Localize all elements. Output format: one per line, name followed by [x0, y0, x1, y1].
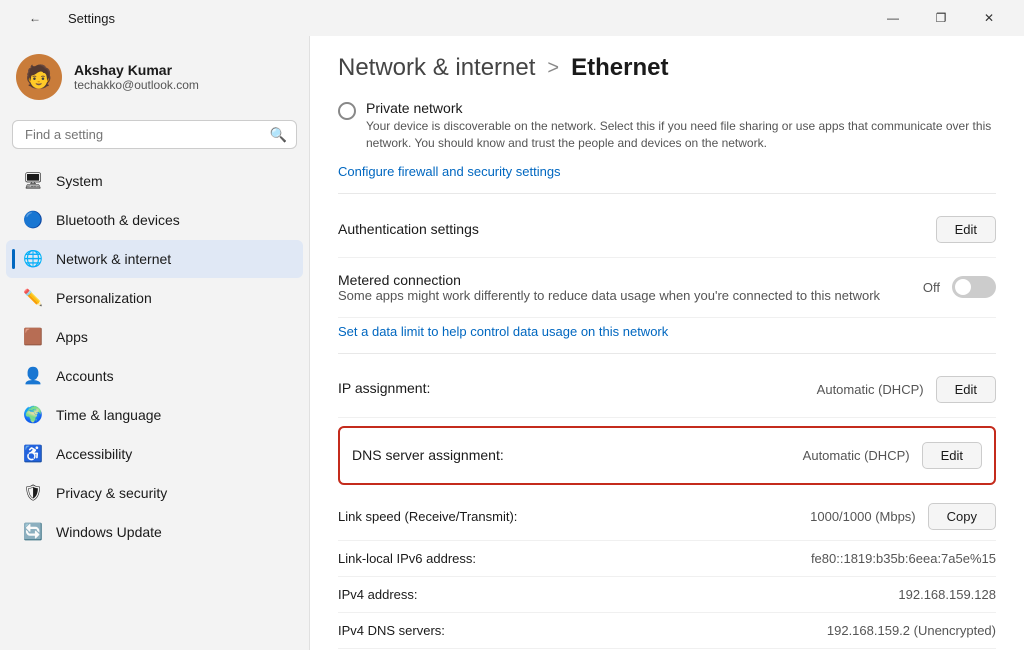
sidebar-item-personalization[interactable]: ✏️ Personalization — [6, 279, 303, 317]
sidebar-label-update: Windows Update — [56, 524, 162, 540]
info-label-ipv4_address: IPv4 address: — [338, 587, 418, 602]
divider-1 — [338, 193, 996, 194]
sidebar-label-system: System — [56, 173, 103, 189]
private-network-radio[interactable] — [338, 102, 356, 120]
info-label-ipv6_link_local: Link-local IPv6 address: — [338, 551, 476, 566]
app-body: 🧑 Akshay Kumar techakko@outlook.com 🔍 🖥 … — [0, 36, 1024, 650]
ip-assignment-row: IP assignment: Automatic (DHCP) Edit — [338, 362, 996, 418]
private-network-row: Private network Your device is discovera… — [338, 94, 996, 158]
maximize-button[interactable]: ❐ — [918, 3, 964, 33]
close-button[interactable]: ✕ — [966, 3, 1012, 33]
breadcrumb-current: Ethernet — [571, 54, 668, 82]
bluetooth-icon: 🔵 — [22, 209, 44, 231]
firewall-link[interactable]: Configure firewall and security settings — [338, 158, 561, 185]
sidebar-item-accessibility[interactable]: ♿ Accessibility — [6, 435, 303, 473]
data-limit-link[interactable]: Set a data limit to help control data us… — [338, 318, 668, 345]
time-icon: 🌍 — [22, 404, 44, 426]
metered-label: Metered connection — [338, 272, 923, 288]
user-name: Akshay Kumar — [74, 62, 199, 78]
avatar: 🧑 — [16, 54, 62, 100]
sidebar-label-network: Network & internet — [56, 251, 171, 267]
auth-edit-button[interactable]: Edit — [936, 216, 996, 243]
sidebar-label-accessibility: Accessibility — [56, 446, 132, 462]
auth-label: Authentication settings — [338, 221, 936, 237]
titlebar-left: ← Settings — [12, 3, 115, 33]
dns-assignment-label: DNS server assignment: — [352, 447, 504, 463]
accounts-icon: 👤 — [22, 365, 44, 387]
sidebar: 🧑 Akshay Kumar techakko@outlook.com 🔍 🖥 … — [0, 36, 310, 650]
info-value-link_speed: 1000/1000 (Mbps) — [810, 509, 916, 524]
info-section: Link speed (Receive/Transmit): 1000/1000… — [310, 493, 1024, 650]
back-button[interactable]: ← — [12, 3, 58, 33]
sidebar-label-accounts: Accounts — [56, 368, 114, 384]
breadcrumb-separator: > — [543, 57, 563, 80]
sidebar-label-time: Time & language — [56, 407, 161, 423]
info-label-ipv4_dns: IPv4 DNS servers: — [338, 623, 445, 638]
sidebar-item-privacy[interactable]: 🛡 Privacy & security — [6, 474, 303, 512]
user-email: techakko@outlook.com — [74, 78, 199, 92]
auth-settings-row: Authentication settings Edit — [338, 202, 996, 258]
personalization-icon: ✏️ — [22, 287, 44, 309]
sidebar-label-privacy: Privacy & security — [56, 485, 167, 501]
page-header: Network & internet > Ethernet — [310, 36, 1024, 94]
metered-description: Some apps might work differently to redu… — [338, 288, 923, 303]
sidebar-item-update[interactable]: 🔄 Windows Update — [6, 513, 303, 551]
dns-section: DNS server assignment: Automatic (DHCP) … — [310, 418, 1024, 493]
ip-assignment-label: IP assignment: — [338, 380, 430, 396]
info-value-ipv4_dns: 192.168.159.2 (Unencrypted) — [827, 623, 996, 638]
minimize-button[interactable]: — — [870, 3, 916, 33]
info-row-link_speed: Link speed (Receive/Transmit): 1000/1000… — [338, 493, 996, 541]
sidebar-label-personalization: Personalization — [56, 290, 152, 306]
info-row-ipv6_link_local: Link-local IPv6 address: fe80::1819:b35b… — [338, 541, 996, 577]
sidebar-label-apps: Apps — [56, 329, 88, 345]
search-box: 🔍 — [12, 120, 297, 149]
search-input[interactable] — [12, 120, 297, 149]
sidebar-item-time[interactable]: 🌍 Time & language — [6, 396, 303, 434]
sidebar-label-bluetooth: Bluetooth & devices — [56, 212, 180, 228]
user-section: 🧑 Akshay Kumar techakko@outlook.com — [0, 44, 309, 116]
private-network-text: Private network Your device is discovera… — [366, 100, 996, 152]
titlebar: ← Settings — ❐ ✕ — [0, 0, 1024, 36]
private-network-label: Private network — [366, 100, 996, 116]
breadcrumb-parent: Network & internet — [338, 54, 535, 82]
copy-button-link_speed[interactable]: Copy — [928, 503, 996, 530]
sidebar-item-network[interactable]: 🌐 Network & internet — [6, 240, 303, 278]
privacy-icon: 🛡 — [22, 482, 44, 504]
update-icon: 🔄 — [22, 521, 44, 543]
divider-2 — [338, 353, 996, 354]
ip-assignment-edit-button[interactable]: Edit — [936, 376, 996, 403]
search-icon: 🔍 — [270, 126, 287, 143]
info-value-ipv4_address: 192.168.159.128 — [898, 587, 996, 602]
dns-assignment-edit-button[interactable]: Edit — [922, 442, 982, 469]
sidebar-item-accounts[interactable]: 👤 Accounts — [6, 357, 303, 395]
network-icon: 🌐 — [22, 248, 44, 270]
titlebar-title: Settings — [68, 11, 115, 26]
dns-assignment-row: DNS server assignment: Automatic (DHCP) … — [338, 426, 996, 485]
ip-assignment-value: Automatic (DHCP) — [817, 382, 924, 397]
private-network-description: Your device is discoverable on the netwo… — [366, 118, 996, 152]
private-network-section: Private network Your device is discovera… — [310, 94, 1024, 418]
accessibility-icon: ♿ — [22, 443, 44, 465]
system-icon: 🖥 — [22, 170, 44, 192]
user-info: Akshay Kumar techakko@outlook.com — [74, 62, 199, 92]
dns-assignment-value: Automatic (DHCP) — [803, 448, 910, 463]
info-value-ipv6_link_local: fe80::1819:b35b:6eea:7a5e%15 — [811, 551, 996, 566]
sidebar-item-apps[interactable]: 🟫 Apps — [6, 318, 303, 356]
titlebar-controls: — ❐ ✕ — [870, 3, 1012, 33]
sidebar-item-bluetooth[interactable]: 🔵 Bluetooth & devices — [6, 201, 303, 239]
toggle-knob — [955, 279, 971, 295]
nav-container: 🖥 System 🔵 Bluetooth & devices 🌐 Network… — [0, 161, 309, 552]
sidebar-item-system[interactable]: 🖥 System — [6, 162, 303, 200]
apps-icon: 🟫 — [22, 326, 44, 348]
info-row-ipv4_address: IPv4 address: 192.168.159.128 — [338, 577, 996, 613]
metered-off-label: Off — [923, 280, 940, 295]
content-area: Network & internet > Ethernet Private ne… — [310, 36, 1024, 650]
info-row-ipv4_dns: IPv4 DNS servers: 192.168.159.2 (Unencry… — [338, 613, 996, 649]
metered-toggle[interactable] — [952, 276, 996, 298]
metered-connection-row: Metered connection Some apps might work … — [338, 258, 996, 318]
info-label-link_speed: Link speed (Receive/Transmit): — [338, 509, 517, 524]
